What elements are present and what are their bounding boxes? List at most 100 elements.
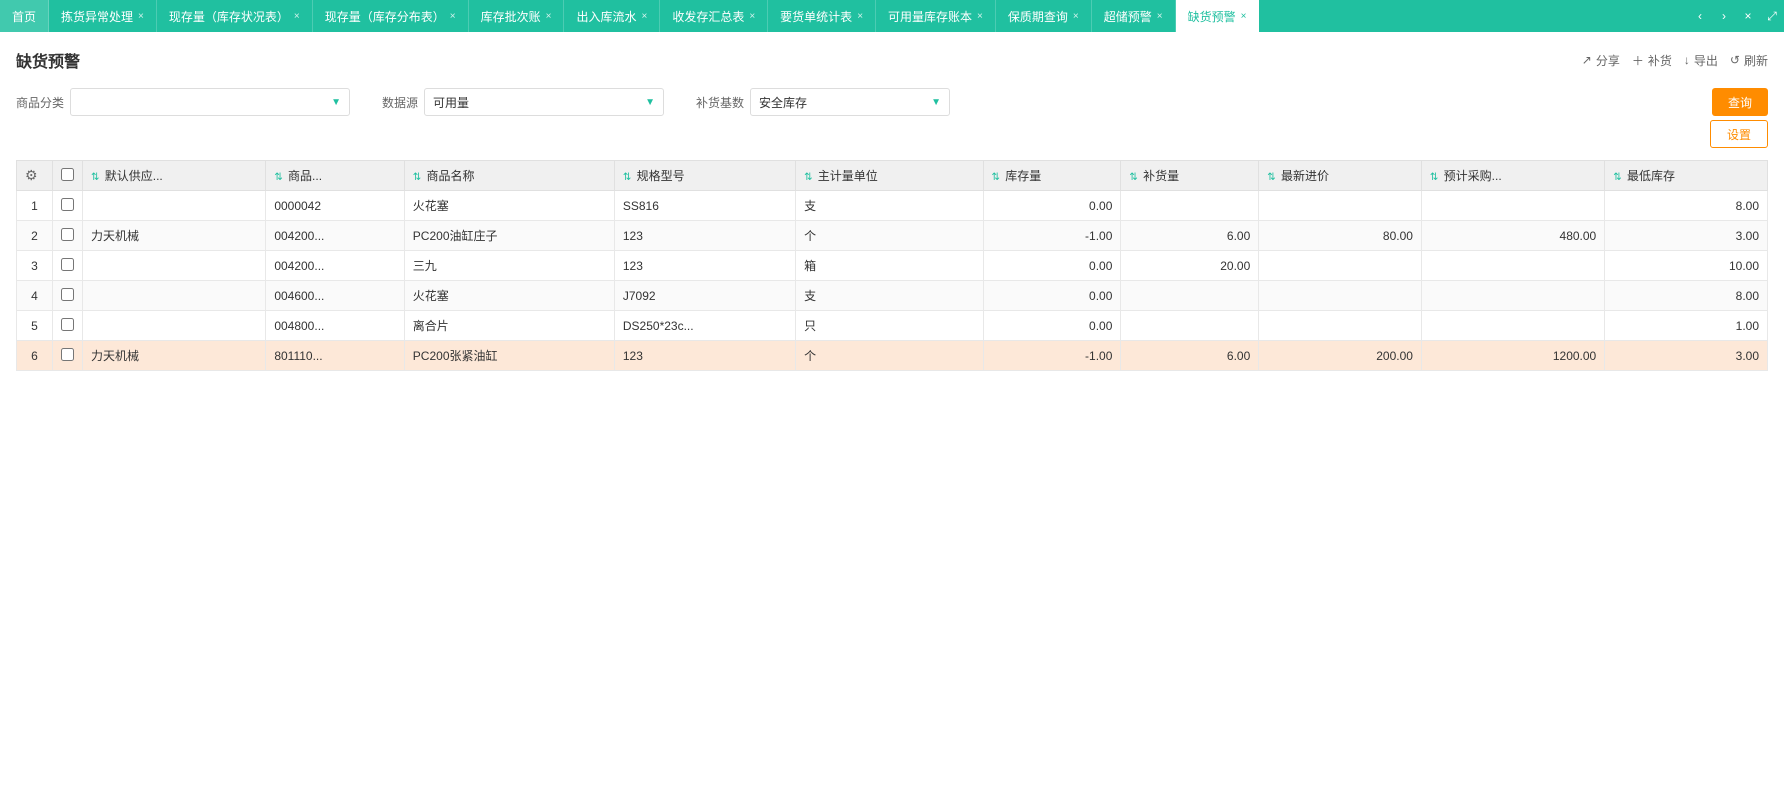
- tab-close-stock-status[interactable]: ×: [294, 11, 300, 22]
- tab-close-order-stat[interactable]: ×: [857, 11, 863, 22]
- td-row-num-3: 4: [17, 281, 53, 311]
- td-unit-3: 支: [796, 281, 983, 311]
- td-goods-code-1: 004200...: [266, 221, 404, 251]
- tab-next-btn[interactable]: ›: [1712, 0, 1736, 32]
- th-replenish[interactable]: ⇅ 补货量: [1121, 161, 1259, 191]
- tab-close-batch[interactable]: ×: [546, 11, 552, 22]
- tab-available[interactable]: 可用量库存账本 ×: [876, 0, 996, 32]
- replenish-base-arrow-icon: ▼: [931, 97, 941, 108]
- tab-prev-btn[interactable]: ‹: [1688, 0, 1712, 32]
- row-checkbox-5[interactable]: [61, 348, 74, 361]
- tab-close-stock-dist[interactable]: ×: [450, 11, 456, 22]
- tab-close-summary[interactable]: ×: [749, 11, 755, 22]
- td-checkbox-2[interactable]: [53, 251, 83, 281]
- settings-gear-icon[interactable]: ⚙: [25, 167, 38, 183]
- sort-spec-icon: ⇅: [623, 172, 631, 183]
- tab-close-inout[interactable]: ×: [641, 11, 647, 22]
- row-checkbox-0[interactable]: [61, 198, 74, 211]
- tab-close-all-btn[interactable]: ×: [1736, 0, 1760, 32]
- tab-close-shortage[interactable]: ×: [1241, 11, 1247, 22]
- td-unit-5: 个: [796, 341, 983, 371]
- td-supplier-3: [83, 281, 266, 311]
- td-checkbox-5[interactable]: [53, 341, 83, 371]
- export-icon: ↓: [1684, 53, 1690, 67]
- tab-shortage[interactable]: 缺货预警 ×: [1176, 0, 1260, 32]
- export-button[interactable]: ↓ 导出: [1684, 52, 1718, 69]
- td-latest-price-4: [1259, 311, 1422, 341]
- td-est-purchase-5: 1200.00: [1421, 341, 1604, 371]
- td-spec-0: SS816: [614, 191, 795, 221]
- td-checkbox-0[interactable]: [53, 191, 83, 221]
- category-label: 商品分类: [16, 94, 64, 111]
- th-stock[interactable]: ⇅ 库存量: [983, 161, 1121, 191]
- table-row: 1 0000042 火花塞 SS816 支 0.00 8.00: [17, 191, 1768, 221]
- tab-close-available[interactable]: ×: [977, 11, 983, 22]
- tab-overstock[interactable]: 超储预警 ×: [1092, 0, 1176, 32]
- td-min-stock-3: 8.00: [1605, 281, 1768, 311]
- td-checkbox-4[interactable]: [53, 311, 83, 341]
- th-supplier[interactable]: ⇅ 默认供应...: [83, 161, 266, 191]
- table-row: 6 力天机械 801110... PC200张紧油缸 123 个 -1.00 6…: [17, 341, 1768, 371]
- settings-button[interactable]: 设置: [1710, 120, 1768, 148]
- td-latest-price-1: 80.00: [1259, 221, 1422, 251]
- td-goods-code-2: 004200...: [266, 251, 404, 281]
- th-est-purchase[interactable]: ⇅ 预计采购...: [1421, 161, 1604, 191]
- td-goods-code-0: 0000042: [266, 191, 404, 221]
- replenish-button[interactable]: ＋ 补货: [1632, 52, 1672, 69]
- td-checkbox-3[interactable]: [53, 281, 83, 311]
- td-latest-price-0: [1259, 191, 1422, 221]
- main-content: 缺货预警 ↗ 分享 ＋ 补货 ↓ 导出 ↺ 刷新 商品分类: [0, 32, 1784, 796]
- td-goods-name-5: PC200张紧油缸: [404, 341, 614, 371]
- tab-abnormal[interactable]: 拣货异常处理 ×: [49, 0, 157, 32]
- td-goods-code-3: 004600...: [266, 281, 404, 311]
- table-header-row: ⚙ ⇅ 默认供应... ⇅ 商品... ⇅ 商品名称 ⇅: [17, 161, 1768, 191]
- tab-summary[interactable]: 收发存汇总表 ×: [660, 0, 768, 32]
- td-replenish-0: [1121, 191, 1259, 221]
- datasource-select[interactable]: 可用量 ▼: [424, 88, 664, 116]
- th-spec[interactable]: ⇅ 规格型号: [614, 161, 795, 191]
- th-min-stock[interactable]: ⇅ 最低库存: [1605, 161, 1768, 191]
- tab-stock-dist[interactable]: 现存量（库存分布表） ×: [313, 0, 469, 32]
- row-checkbox-2[interactable]: [61, 258, 74, 271]
- th-goods-code[interactable]: ⇅ 商品...: [266, 161, 404, 191]
- td-row-num-0: 1: [17, 191, 53, 221]
- select-all-checkbox[interactable]: [61, 168, 74, 181]
- tab-order-stat[interactable]: 要货单统计表 ×: [768, 0, 876, 32]
- td-replenish-2: 20.00: [1121, 251, 1259, 281]
- query-button[interactable]: 查询: [1712, 88, 1768, 116]
- tab-stock-status[interactable]: 现存量（库存状况表） ×: [157, 0, 313, 32]
- td-supplier-5: 力天机械: [83, 341, 266, 371]
- th-unit[interactable]: ⇅ 主计量单位: [796, 161, 983, 191]
- tab-close-overstock[interactable]: ×: [1157, 11, 1163, 22]
- td-min-stock-1: 3.00: [1605, 221, 1768, 251]
- row-checkbox-3[interactable]: [61, 288, 74, 301]
- replenish-base-label: 补货基数: [696, 94, 744, 111]
- td-est-purchase-1: 480.00: [1421, 221, 1604, 251]
- tab-home[interactable]: 首页: [0, 0, 49, 32]
- refresh-button[interactable]: ↺ 刷新: [1730, 52, 1768, 69]
- sort-unit-icon: ⇅: [804, 172, 812, 183]
- header-actions: ↗ 分享 ＋ 补货 ↓ 导出 ↺ 刷新: [1582, 52, 1768, 69]
- td-unit-4: 只: [796, 311, 983, 341]
- td-row-num-1: 2: [17, 221, 53, 251]
- tab-close-expiry[interactable]: ×: [1073, 11, 1079, 22]
- tab-inout[interactable]: 出入库流水 ×: [564, 0, 660, 32]
- td-row-num-2: 3: [17, 251, 53, 281]
- tab-fullscreen-btn[interactable]: ⤢: [1760, 0, 1784, 32]
- tab-batch[interactable]: 库存批次账 ×: [469, 0, 565, 32]
- td-checkbox-1[interactable]: [53, 221, 83, 251]
- table-row: 4 004600... 火花塞 J7092 支 0.00 8.00: [17, 281, 1768, 311]
- td-replenish-5: 6.00: [1121, 341, 1259, 371]
- td-est-purchase-2: [1421, 251, 1604, 281]
- category-arrow-icon: ▼: [331, 97, 341, 108]
- td-goods-name-3: 火花塞: [404, 281, 614, 311]
- th-goods-name[interactable]: ⇅ 商品名称: [404, 161, 614, 191]
- row-checkbox-1[interactable]: [61, 228, 74, 241]
- replenish-base-select[interactable]: 安全库存 ▼: [750, 88, 950, 116]
- row-checkbox-4[interactable]: [61, 318, 74, 331]
- share-button[interactable]: ↗ 分享: [1582, 52, 1620, 69]
- tab-expiry[interactable]: 保质期查询 ×: [996, 0, 1092, 32]
- category-select[interactable]: ▼: [70, 88, 350, 116]
- tab-close-abnormal[interactable]: ×: [138, 11, 144, 22]
- th-latest-price[interactable]: ⇅ 最新进价: [1259, 161, 1422, 191]
